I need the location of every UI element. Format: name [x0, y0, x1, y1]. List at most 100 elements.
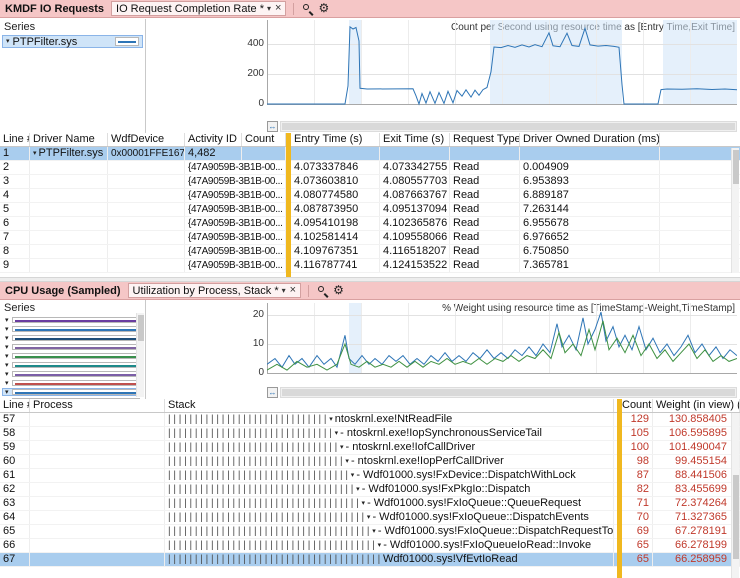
table-row[interactable]: 6 {47A9059B-3B1B-00... 4.095410198 4.102365… [0, 217, 740, 231]
cell: {47A9059B-3B1B-00... [185, 161, 286, 174]
series-item[interactable]: ▾ [2, 379, 143, 387]
chevron-down-icon[interactable]: ▾ [267, 4, 271, 13]
cpu-chart-hscroll-thumb[interactable] [282, 389, 735, 396]
cpu-gold-separator[interactable] [617, 399, 622, 578]
cpu-series-vscrollbar[interactable] [136, 313, 144, 397]
cpu-table-vscroll-thumb[interactable] [733, 475, 739, 559]
column-header[interactable]: Activity ID [185, 133, 242, 146]
chevron-down-icon[interactable]: ▾ [5, 371, 9, 378]
chevron-down-icon[interactable]: ▾ [6, 38, 10, 45]
chevron-down-icon[interactable]: ▾ [5, 344, 9, 351]
column-header[interactable]: Entry Time (s) [291, 133, 380, 146]
table-row[interactable]: 57 | | | | | | | | | | | | | | | | | | | … [0, 413, 740, 427]
expander-icon[interactable]: ▾ [372, 528, 376, 535]
column-header[interactable]: Process [30, 399, 165, 412]
chevron-down-icon[interactable]: ▾ [5, 317, 9, 324]
expander-icon[interactable]: ▾ [378, 542, 382, 549]
cpu-series-vscroll-thumb[interactable] [138, 315, 144, 341]
table-row[interactable]: 8 {47A9059B-3B1B-00... 4.109767351 4.116518… [0, 245, 740, 259]
series-item[interactable]: ▾ [2, 325, 143, 333]
column-header[interactable]: Exit Time (s) [380, 133, 450, 146]
chevron-down-icon[interactable]: ▾ [5, 380, 9, 387]
table-row[interactable]: 1▾PTPFilter.sys0x00001FFE167...4,482 [0, 147, 740, 161]
chevron-down-icon[interactable]: ▾ [282, 286, 286, 295]
column-header[interactable]: Driver Owned Duration (ms) [520, 133, 660, 146]
cell: 66 [0, 539, 30, 552]
column-header[interactable]: Count▾ [619, 399, 653, 412]
series-item[interactable]: ▾ [2, 361, 143, 369]
series-item[interactable]: ▾ [2, 388, 143, 396]
io-rate-chart-plot[interactable] [267, 20, 737, 106]
table-row[interactable]: 9 {47A9059B-3B1B-00... 4.116787741 4.124153… [0, 259, 740, 273]
series-item[interactable]: ▾ [2, 352, 143, 360]
cpu-view-tab[interactable]: Utilization by Process, Stack * ▾ × [127, 283, 302, 298]
expander-icon[interactable]: ▾ [335, 430, 339, 437]
chevron-down-icon[interactable]: ▾ [5, 335, 9, 342]
cell: 88.441506 [653, 469, 740, 482]
cell: 82 [619, 483, 653, 496]
cpu-weight-chart-area[interactable]: % Weight using resource time as [TimeSta… [146, 300, 740, 386]
cell: 6.976652 [520, 231, 660, 244]
chevron-down-icon[interactable]: ▾ [5, 389, 9, 396]
expander-icon[interactable]: ▾ [356, 486, 360, 493]
column-header[interactable]: Line # [0, 399, 30, 412]
table-row[interactable]: 59 | | | | | | | | | | | | | | | | | | | … [0, 441, 740, 455]
table-row[interactable]: 65 | | | | | | | | | | | | | | | | | | | … [0, 525, 740, 539]
gear-icon[interactable]: ⚙ [333, 284, 344, 297]
table-row[interactable]: 66 | | | | | | | | | | | | | | | | | | | … [0, 539, 740, 553]
column-header[interactable]: Weight (in view) (... [653, 399, 740, 412]
close-icon[interactable]: × [290, 285, 296, 296]
cpu-chart-hscrollbar[interactable] [280, 387, 737, 398]
table-row[interactable]: 7 {47A9059B-3B1B-00... 4.102581414 4.109558… [0, 231, 740, 245]
cpu-table-vscrollbar[interactable] [731, 413, 739, 578]
expander-icon[interactable]: ▾ [340, 444, 344, 451]
chevron-down-icon[interactable]: ▾ [5, 353, 9, 360]
cpu-weight-chart-plot[interactable] [267, 303, 737, 381]
column-header[interactable]: Stack [165, 399, 614, 412]
table-row[interactable]: 3 {47A9059B-3B1B-00... 4.073603810 4.080557… [0, 175, 740, 189]
zoom-icon[interactable] [316, 284, 329, 298]
table-row[interactable]: 58 | | | | | | | | | | | | | | | | | | | … [0, 427, 740, 441]
table-row[interactable]: 67 | | | | | | | | | | | | | | | | | | | … [0, 553, 740, 567]
table-row[interactable]: 64 | | | | | | | | | | | | | | | | | | | … [0, 511, 740, 525]
column-header[interactable]: WdfDevice [108, 133, 185, 146]
chart-pan-icon[interactable]: ↔ [267, 121, 278, 132]
series-item[interactable]: ▾ [2, 334, 143, 342]
table-row[interactable]: 63 | | | | | | | | | | | | | | | | | | | … [0, 497, 740, 511]
cell [30, 441, 165, 454]
kmdf-table-vscrollbar[interactable] [731, 148, 739, 273]
gear-icon[interactable]: ⚙ [318, 2, 329, 15]
kmdf-view-tab[interactable]: IO Request Completion Rate * ▾ × [111, 1, 287, 16]
zoom-icon[interactable] [301, 2, 314, 16]
expander-icon[interactable]: ▾ [329, 416, 333, 423]
column-header[interactable]: Request Type [450, 133, 520, 146]
expander-icon[interactable]: ▾ [367, 514, 371, 521]
kmdf-gold-separator[interactable] [286, 133, 291, 277]
series-item[interactable]: ▾ PTPFilter.sys [2, 35, 143, 48]
column-header[interactable]: Line # [0, 133, 30, 146]
expander-icon[interactable]: ▾ [33, 150, 37, 157]
table-row[interactable]: 5 {47A9059B-3B1B-00... 4.087873950 4.095137… [0, 203, 740, 217]
table-row[interactable]: 4 {47A9059B-3B1B-00... 4.080774580 4.087663… [0, 189, 740, 203]
chart-pan-icon[interactable]: ↔ [267, 387, 278, 398]
chevron-down-icon[interactable]: ▾ [5, 326, 9, 333]
io-rate-chart-area[interactable]: Count per Second using resource time as … [146, 19, 740, 120]
table-row[interactable]: 2 {47A9059B-3B1B-00... 4.073337846 4.073342… [0, 161, 740, 175]
table-row[interactable]: 62 | | | | | | | | | | | | | | | | | | | … [0, 483, 740, 497]
io-chart-hscrollbar[interactable] [280, 121, 737, 132]
column-header[interactable]: Count [242, 133, 286, 146]
expander-icon[interactable]: ▾ [351, 472, 355, 479]
expander-icon[interactable]: ▾ [345, 458, 349, 465]
expander-icon[interactable]: ▾ [362, 500, 366, 507]
table-row[interactable]: 61 | | | | | | | | | | | | | | | | | | | … [0, 469, 740, 483]
chevron-down-icon[interactable]: ▾ [5, 362, 9, 369]
io-chart-hscroll-thumb[interactable] [282, 123, 735, 130]
pane-splitter[interactable] [0, 277, 740, 282]
series-item[interactable]: ▾ [2, 370, 143, 378]
series-item[interactable]: ▾ [2, 343, 143, 351]
kmdf-table-vscroll-thumb[interactable] [733, 150, 739, 184]
close-icon[interactable]: × [275, 3, 281, 14]
series-item[interactable]: ▾ [2, 316, 143, 324]
column-header[interactable]: Driver Name [30, 133, 108, 146]
table-row[interactable]: 60 | | | | | | | | | | | | | | | | | | | … [0, 455, 740, 469]
